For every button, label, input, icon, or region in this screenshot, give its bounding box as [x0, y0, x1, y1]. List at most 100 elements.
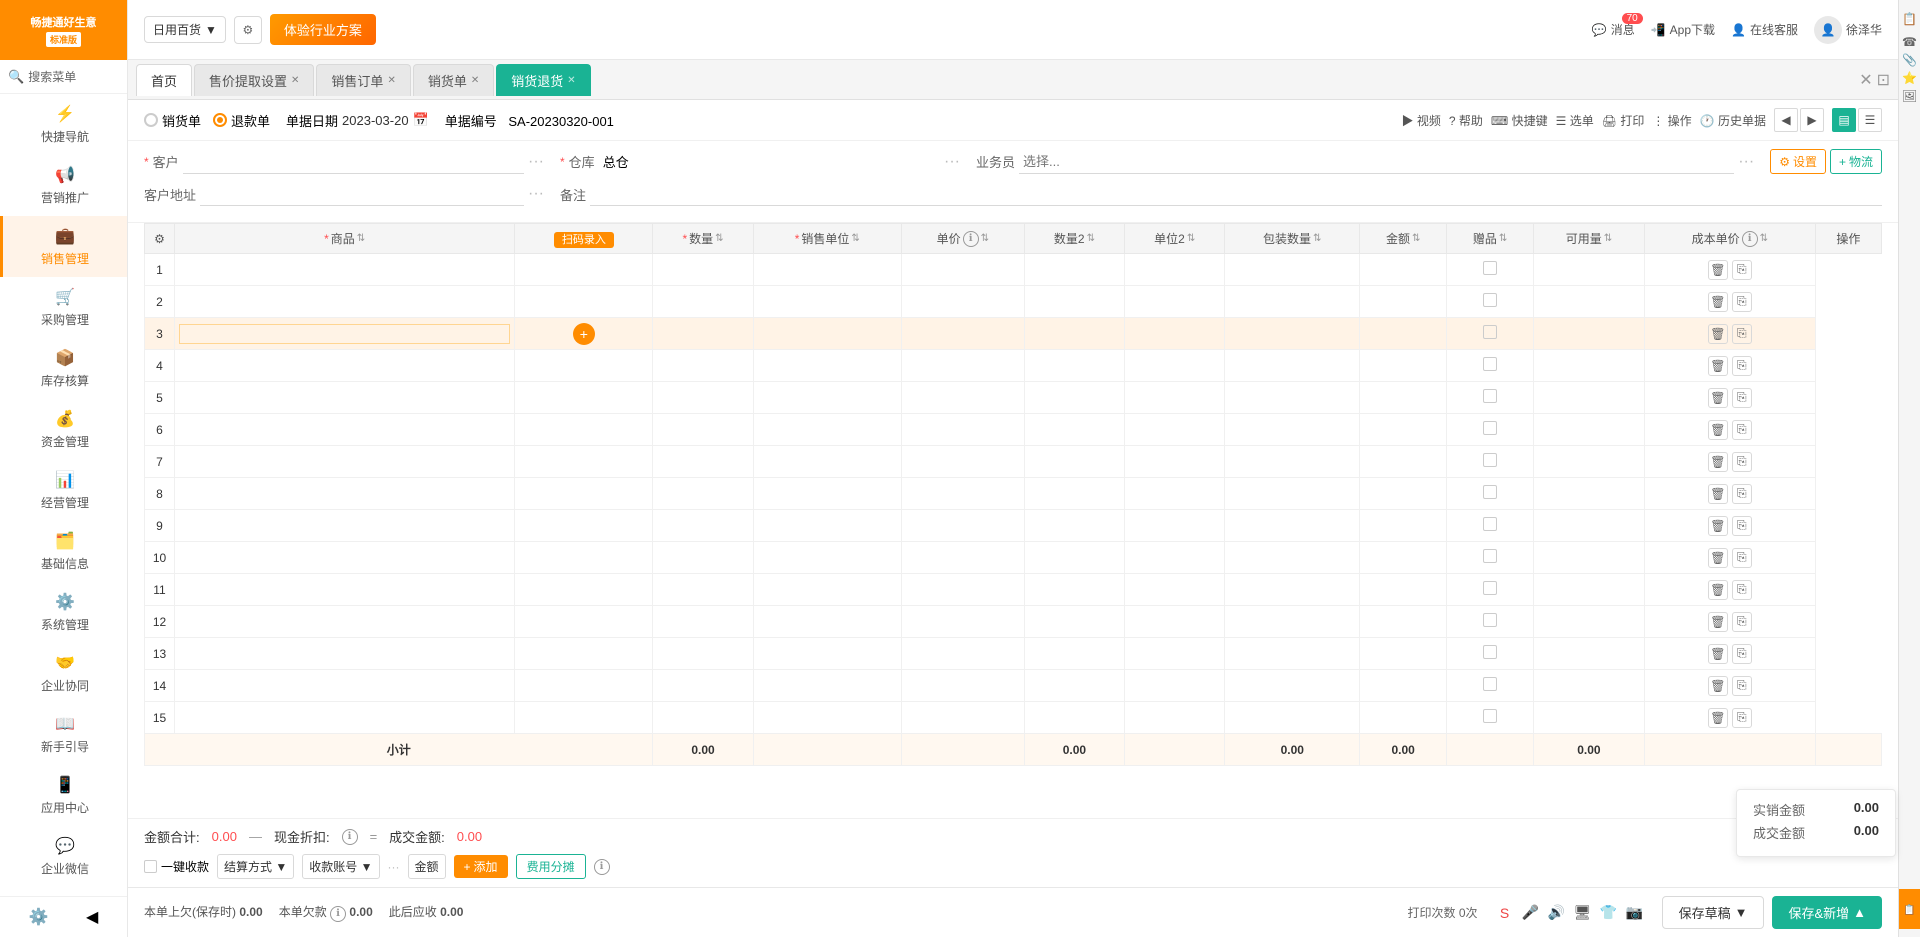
camera-icon[interactable]: 📷: [1624, 902, 1646, 924]
unit-sort-icon[interactable]: ⇅: [851, 233, 859, 244]
qty-sort-icon[interactable]: ⇅: [715, 233, 723, 244]
sidebar-item-marketing[interactable]: 📢 营销推广: [0, 155, 127, 216]
unit2-sort-icon[interactable]: ⇅: [1187, 233, 1195, 244]
daily-select[interactable]: 日用百货 ▼: [144, 16, 226, 43]
message-item[interactable]: 💬 消息 70: [1592, 21, 1635, 38]
sidebar-settings-icon[interactable]: ⚙️: [29, 907, 49, 927]
sidebar-item-purchase[interactable]: 🛒 采购管理: [0, 277, 127, 338]
delete-row-btn[interactable]: 🗑: [1708, 324, 1728, 344]
salesperson-input[interactable]: [1019, 150, 1734, 174]
sidebar-item-basic[interactable]: 🗂️ 基础信息: [0, 521, 127, 582]
delete-row-btn[interactable]: 🗑: [1708, 708, 1728, 728]
right-panel-orange-btn[interactable]: 📋: [1899, 889, 1920, 929]
sidebar-item-wechat[interactable]: 💬 企业微信: [0, 826, 127, 887]
copy-row-btn[interactable]: ⎘: [1732, 516, 1752, 536]
copy-row-btn[interactable]: ⎘: [1732, 452, 1752, 472]
salesperson-select-btn[interactable]: ···: [1738, 153, 1754, 171]
pack-sort-icon[interactable]: ⇅: [1313, 233, 1321, 244]
tab-sales-order-close[interactable]: ✕: [387, 75, 395, 86]
amount-sort-icon[interactable]: ⇅: [1412, 233, 1420, 244]
gift-checkbox[interactable]: [1483, 357, 1497, 371]
scan-barcode-btn[interactable]: 扫码录入: [554, 232, 614, 248]
copy-row-btn[interactable]: ⎘: [1732, 388, 1752, 408]
save-new-btn[interactable]: 保存&新增 ▲: [1772, 896, 1882, 929]
speaker-icon[interactable]: 🔊: [1546, 902, 1568, 924]
header-settings-btn[interactable]: ⚙: [234, 16, 262, 44]
gift-checkbox[interactable]: [1483, 549, 1497, 563]
add-payment-btn[interactable]: + 添加: [454, 855, 508, 878]
right-panel-icon-2[interactable]: ☎: [1902, 35, 1917, 49]
add-row-btn[interactable]: +: [573, 323, 595, 345]
calendar-icon[interactable]: 📅: [413, 112, 429, 128]
shortcut-btn[interactable]: ⌨ 快捷键: [1491, 112, 1548, 129]
product-sort-icon[interactable]: ⇅: [357, 233, 365, 244]
right-panel-icon-1[interactable]: 📋: [1903, 8, 1917, 31]
delete-row-btn[interactable]: 🗑: [1708, 516, 1728, 536]
sidebar-item-finance[interactable]: 💰 资金管理: [0, 399, 127, 460]
address-select-btn[interactable]: ···: [528, 185, 544, 203]
copy-row-btn[interactable]: ⎘: [1732, 324, 1752, 344]
radio-return[interactable]: 退款单: [213, 111, 270, 130]
select-btn[interactable]: ☰ 选单: [1556, 112, 1594, 129]
gift-checkbox[interactable]: [1483, 485, 1497, 499]
customer-address-input[interactable]: [200, 182, 524, 206]
gift-checkbox[interactable]: [1483, 293, 1497, 307]
next-btn[interactable]: ▶: [1800, 108, 1824, 132]
online-service-item[interactable]: 👤 在线客服: [1731, 21, 1798, 38]
sidebar-item-inventory[interactable]: 📦 库存核算: [0, 338, 127, 399]
sidebar-item-sales[interactable]: 💼 销售管理: [0, 216, 127, 277]
delete-row-btn[interactable]: 🗑: [1708, 548, 1728, 568]
gift-checkbox[interactable]: [1483, 613, 1497, 627]
tab-expand-icon[interactable]: ⊡: [1877, 70, 1890, 90]
copy-row-btn[interactable]: ⎘: [1732, 644, 1752, 664]
tab-price-settings[interactable]: 售价提取设置 ✕: [194, 64, 314, 96]
delete-row-btn[interactable]: 🗑: [1708, 612, 1728, 632]
cash-discount-info-icon[interactable]: ℹ: [342, 829, 358, 845]
print-btn[interactable]: 🖨 打印: [1602, 112, 1645, 129]
delete-row-btn[interactable]: 🗑: [1708, 484, 1728, 504]
sidebar-item-member[interactable]: 👑 畅会员: [0, 887, 127, 896]
delete-row-btn[interactable]: 🗑: [1708, 388, 1728, 408]
history-btn[interactable]: 🕐 历史单据: [1700, 112, 1766, 129]
delete-row-btn[interactable]: 🗑: [1708, 260, 1728, 280]
delete-row-btn[interactable]: 🗑: [1708, 420, 1728, 440]
delete-row-btn[interactable]: 🗑: [1708, 676, 1728, 696]
doc-date-value[interactable]: 2023-03-20: [342, 113, 409, 128]
gift-checkbox[interactable]: [1483, 389, 1497, 403]
copy-row-btn[interactable]: ⎘: [1732, 260, 1752, 280]
gift-sort-icon[interactable]: ⇅: [1499, 233, 1507, 244]
sougou-icon[interactable]: S: [1494, 902, 1516, 924]
copy-row-btn[interactable]: ⎘: [1732, 612, 1752, 632]
app-download-item[interactable]: 📲 App下载: [1651, 21, 1715, 38]
copy-row-btn[interactable]: ⎘: [1732, 708, 1752, 728]
grid-view-btn[interactable]: ▤: [1832, 108, 1856, 132]
customer-select-btn[interactable]: ···: [528, 153, 544, 171]
tab-price-settings-close[interactable]: ✕: [291, 75, 299, 86]
gift-checkbox[interactable]: [1483, 677, 1497, 691]
tab-sales-return[interactable]: 销货退货 ✕: [496, 64, 590, 96]
gift-checkbox[interactable]: [1483, 517, 1497, 531]
gift-checkbox[interactable]: [1483, 325, 1497, 339]
help-btn[interactable]: ? 帮助: [1449, 112, 1483, 129]
gift-checkbox[interactable]: [1483, 421, 1497, 435]
cost-price-info-icon[interactable]: ℹ: [1742, 231, 1758, 247]
doc-arrears-info[interactable]: ℹ: [330, 906, 346, 922]
gift-checkbox[interactable]: [1483, 453, 1497, 467]
prev-btn[interactable]: ◀: [1774, 108, 1798, 132]
tab-sales-delivery[interactable]: 销货单 ✕: [413, 64, 494, 96]
video-btn[interactable]: ▶ 视频: [1402, 112, 1441, 129]
gift-checkbox[interactable]: [1483, 581, 1497, 595]
monitor-icon[interactable]: 🖥: [1572, 902, 1594, 924]
gift-checkbox[interactable]: [1483, 261, 1497, 275]
copy-row-btn[interactable]: ⎘: [1732, 356, 1752, 376]
warehouse-select-btn[interactable]: ···: [944, 153, 960, 171]
copy-row-btn[interactable]: ⎘: [1732, 548, 1752, 568]
copy-row-btn[interactable]: ⎘: [1732, 420, 1752, 440]
list-view-btn[interactable]: ☰: [1858, 108, 1882, 132]
price-sort-icon[interactable]: ⇅: [981, 233, 989, 244]
remark-input[interactable]: [590, 182, 1882, 206]
gift-checkbox[interactable]: [1483, 645, 1497, 659]
right-panel-icon-3[interactable]: 📎: [1902, 53, 1917, 67]
fee-split-info-icon[interactable]: ℹ: [594, 859, 610, 875]
right-panel-icon-4[interactable]: ⭐: [1902, 71, 1917, 85]
